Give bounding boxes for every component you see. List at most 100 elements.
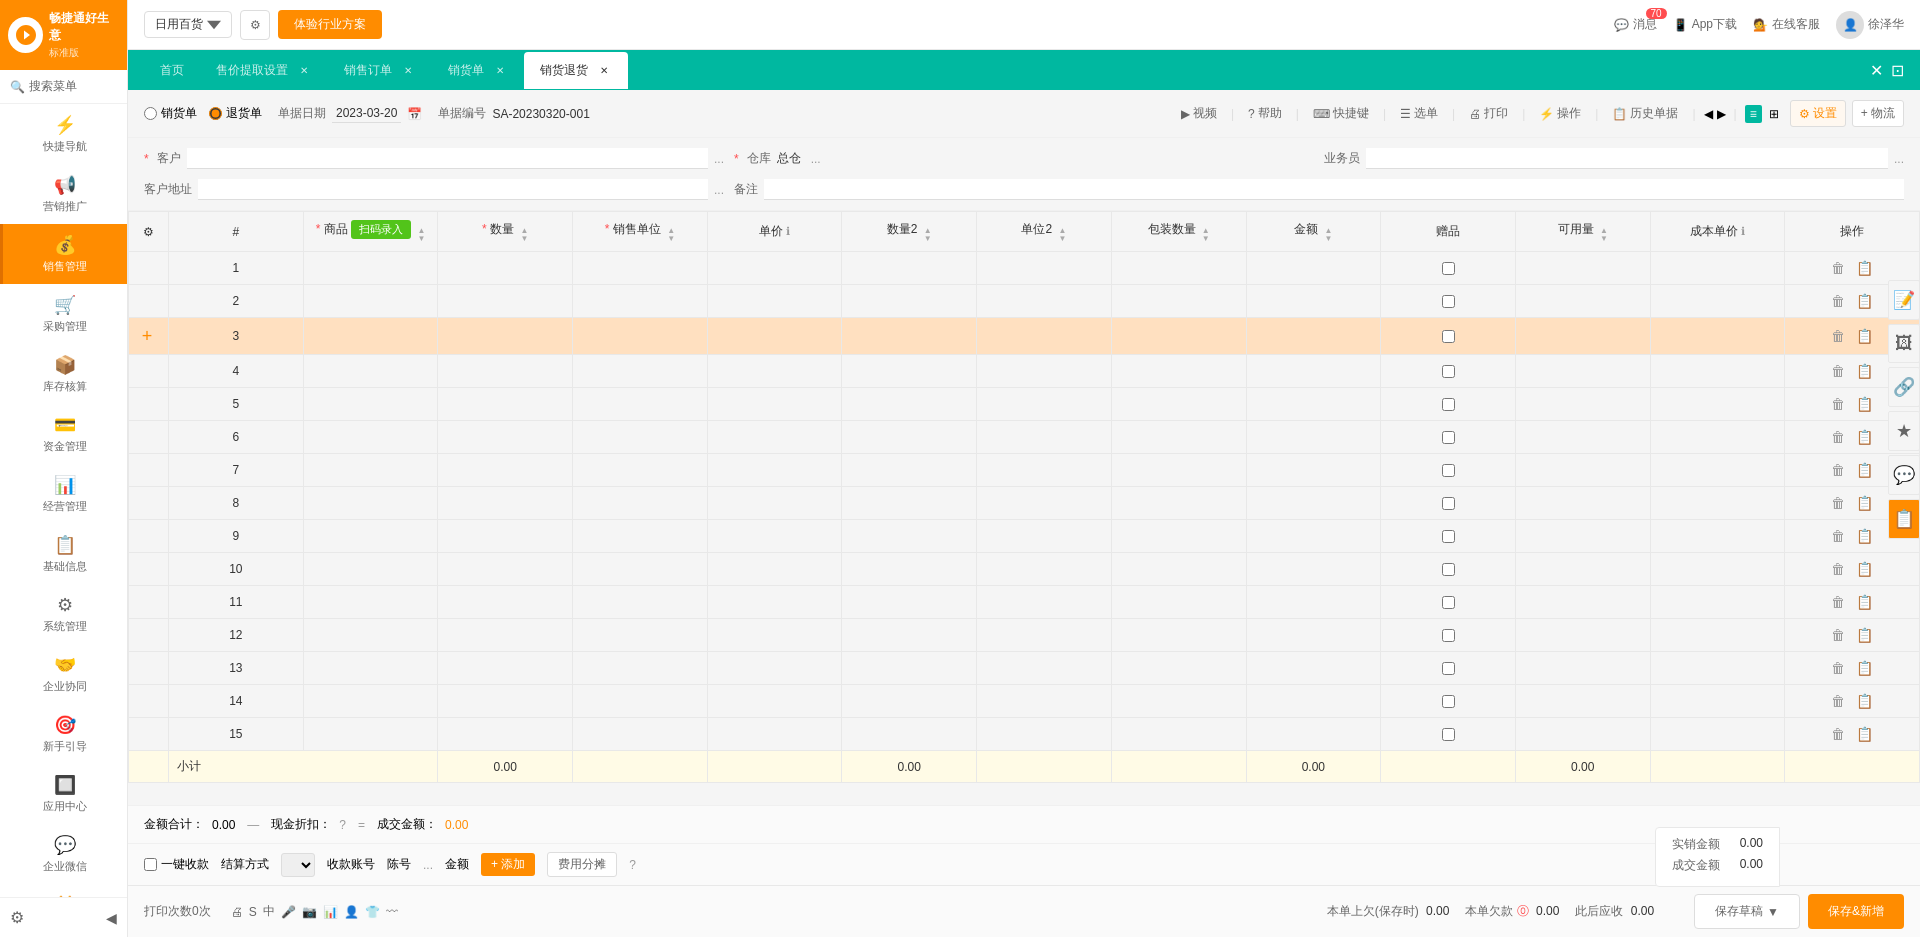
row-unit[interactable] (573, 454, 708, 487)
side-star-btn[interactable]: ★ (1888, 411, 1920, 451)
row-qty2[interactable] (842, 718, 977, 751)
warehouse-expand-btn[interactable]: ... (811, 152, 821, 166)
row-qty[interactable] (438, 355, 573, 388)
row-price[interactable] (707, 318, 842, 355)
row-unit[interactable] (573, 652, 708, 685)
row-gift[interactable] (1381, 421, 1516, 454)
row-product[interactable] (303, 619, 438, 652)
qty2-sort[interactable]: ▲▼ (924, 227, 932, 243)
sidebar-item-quick-nav[interactable]: ⚡快捷导航 (0, 104, 127, 164)
product-sort[interactable]: ▲▼ (417, 227, 425, 243)
row-amount[interactable] (1246, 520, 1381, 553)
row-qty2[interactable] (842, 355, 977, 388)
copy-row-btn[interactable]: 📋 (1852, 724, 1877, 744)
row-price[interactable] (707, 285, 842, 318)
sidebar-item-guide[interactable]: 🎯新手引导 (0, 704, 127, 764)
delete-row-btn[interactable]: 🗑 (1827, 625, 1849, 645)
side-link-btn[interactable]: 🔗 (1888, 367, 1920, 407)
row-unit2[interactable] (977, 355, 1112, 388)
row-available[interactable] (1515, 355, 1650, 388)
wave-icon[interactable]: 〰 (386, 905, 398, 919)
row-amount[interactable] (1246, 388, 1381, 421)
row-pack-qty[interactable] (1111, 252, 1246, 285)
row-price[interactable] (707, 252, 842, 285)
sidebar-item-inventory[interactable]: 📦库存核算 (0, 344, 127, 404)
row-product[interactable] (303, 355, 438, 388)
qty-sort[interactable]: ▲▼ (520, 227, 528, 243)
date-value[interactable]: 2023-03-20 (332, 104, 401, 123)
row-pack-qty[interactable] (1111, 421, 1246, 454)
side-image-btn[interactable]: 🖼 (1888, 324, 1920, 363)
row-price[interactable] (707, 553, 842, 586)
sidebar-item-system[interactable]: ⚙系统管理 (0, 584, 127, 644)
row-product[interactable] (303, 487, 438, 520)
side-notes-btn[interactable]: 📝 (1888, 280, 1920, 320)
row-unit[interactable] (573, 718, 708, 751)
row-pack-qty[interactable] (1111, 652, 1246, 685)
row-unit2[interactable] (977, 252, 1112, 285)
delete-row-btn[interactable]: 🗑 (1827, 658, 1849, 678)
row-gift[interactable] (1381, 487, 1516, 520)
row-gift[interactable] (1381, 553, 1516, 586)
cost-info-icon[interactable]: ℹ (1741, 225, 1745, 237)
row-amount[interactable] (1246, 285, 1381, 318)
pack-sort[interactable]: ▲▼ (1202, 227, 1210, 243)
operation-btn[interactable]: ⚡ 操作 (1533, 102, 1587, 125)
radio-delivery[interactable]: 销货单 (144, 105, 197, 122)
row-gift[interactable] (1381, 652, 1516, 685)
row-unit[interactable] (573, 520, 708, 553)
row-amount[interactable] (1246, 553, 1381, 586)
copy-row-btn[interactable]: 📋 (1852, 493, 1877, 513)
salesperson-expand-btn[interactable]: ... (1894, 152, 1904, 166)
row-cost-price[interactable] (1650, 388, 1785, 421)
row-qty[interactable] (438, 318, 573, 355)
row-unit2[interactable] (977, 487, 1112, 520)
row-cost-price[interactable] (1650, 421, 1785, 454)
row-unit[interactable] (573, 487, 708, 520)
row-available[interactable] (1515, 520, 1650, 553)
row-product[interactable] (303, 652, 438, 685)
copy-row-btn[interactable]: 📋 (1852, 291, 1877, 311)
row-unit2[interactable] (977, 388, 1112, 421)
row-gift[interactable] (1381, 454, 1516, 487)
topbar-settings-btn[interactable]: ⚙ (240, 10, 270, 40)
row-qty2[interactable] (842, 652, 977, 685)
row-unit2[interactable] (977, 421, 1112, 454)
row-pack-qty[interactable] (1111, 619, 1246, 652)
tab-close-sale-return[interactable]: ✕ (596, 62, 612, 78)
row-unit[interactable] (573, 318, 708, 355)
row-gift[interactable] (1381, 520, 1516, 553)
row-product[interactable] (303, 252, 438, 285)
row-price[interactable] (707, 619, 842, 652)
print-tool-icon[interactable]: 🖨 (231, 905, 243, 919)
row-amount[interactable] (1246, 718, 1381, 751)
address-input[interactable] (198, 179, 708, 200)
row-unit2[interactable] (977, 619, 1112, 652)
row-qty2[interactable] (842, 586, 977, 619)
row-available[interactable] (1515, 718, 1650, 751)
sidebar-item-member[interactable]: 👑畅会员 (0, 884, 127, 897)
th-gear[interactable]: ⚙ (129, 212, 169, 252)
row-qty[interactable] (438, 685, 573, 718)
row-available[interactable] (1515, 619, 1650, 652)
row-amount[interactable] (1246, 652, 1381, 685)
shortcut-btn[interactable]: ⌨ 快捷键 (1307, 102, 1375, 125)
row-product[interactable] (303, 718, 438, 751)
tab-close-sale-price[interactable]: ✕ (296, 62, 312, 78)
row-qty2[interactable] (842, 520, 977, 553)
save-new-btn[interactable]: 保存&新增 (1808, 894, 1904, 929)
row-product[interactable] (303, 388, 438, 421)
row-cost-price[interactable] (1650, 252, 1785, 285)
row-unit[interactable] (573, 388, 708, 421)
row-available[interactable] (1515, 252, 1650, 285)
unit-sort[interactable]: ▲▼ (667, 227, 675, 243)
row-qty2[interactable] (842, 318, 977, 355)
copy-row-btn[interactable]: 📋 (1852, 460, 1877, 480)
copy-row-btn[interactable]: 📋 (1852, 361, 1877, 381)
row-cost-price[interactable] (1650, 454, 1785, 487)
row-available[interactable] (1515, 454, 1650, 487)
save-draft-btn[interactable]: 保存草稿 ▼ (1694, 894, 1800, 929)
row-gift[interactable] (1381, 355, 1516, 388)
row-qty2[interactable] (842, 619, 977, 652)
user-menu[interactable]: 👤 徐泽华 (1836, 11, 1904, 39)
